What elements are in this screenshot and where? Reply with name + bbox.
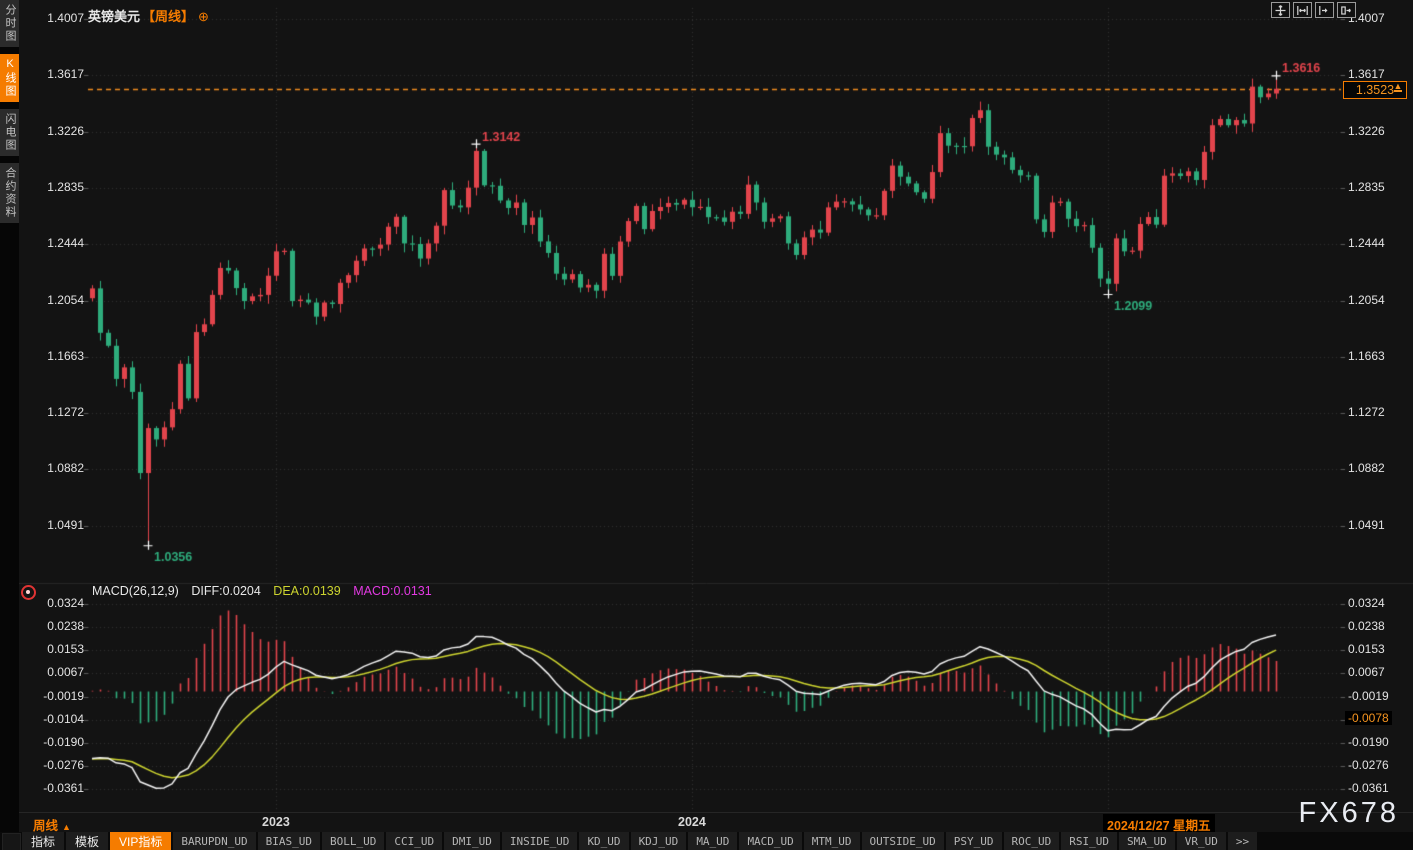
macd-tick-label: -0.0019 [38, 689, 84, 703]
sidebar-item-candlestick-chart[interactable]: K线图 [0, 54, 19, 102]
price-tick-label: 1.2054 [38, 293, 84, 307]
macd-tick-label: -0.0276 [1348, 758, 1389, 772]
toolbar-tab-inside_ud[interactable]: INSIDE_UD [502, 832, 578, 850]
price-tick-label: 1.1272 [1348, 405, 1385, 419]
macd-tick-label: 0.0153 [1348, 642, 1385, 656]
indicator-toolbar: 指标模板VIP指标BARUPDN_UDBIAS_UDBOLL_UDCCI_UDD… [0, 832, 1413, 850]
toolbar-tab-roc_ud[interactable]: ROC_UD [1004, 832, 1060, 850]
brand-watermark: FX678 [1299, 797, 1399, 830]
trading-app: 分时图 K线图 闪电图 合约资料 英镑美元【周线】 ⊕ [0, 0, 1413, 850]
price-tick-label: 1.3226 [1348, 124, 1385, 138]
toolbar-tab-cci_ud[interactable]: CCI_UD [386, 832, 442, 850]
chart-canvas[interactable] [0, 0, 1413, 812]
toolbar-tab--[interactable]: 模板 [66, 832, 108, 850]
dropdown-arrow-icon: ▲ [62, 822, 71, 832]
macd-tick-label: 0.0067 [38, 665, 84, 679]
period-tag: 【周线】 [142, 9, 194, 24]
scroll-to-latest-icon[interactable]: ▲ [1392, 83, 1404, 92]
macd-params-label: MACD(26,12,9) [92, 584, 179, 598]
fit-horizontal-icon[interactable] [1293, 2, 1312, 18]
year-label-2024: 2024 [678, 815, 706, 829]
toolbar-tab->>[interactable]: >> [1228, 832, 1257, 850]
macd-dea-value: DEA:0.0139 [273, 584, 340, 598]
macd-tick-label: -0.0019 [1348, 689, 1389, 703]
macd-tick-label: 0.0067 [1348, 665, 1385, 679]
price-tick-label: 1.0491 [1348, 518, 1385, 532]
crosshair-move-icon[interactable] [1271, 2, 1290, 18]
symbol-name: 英镑美元 [88, 9, 140, 24]
price-tick-label: 1.2835 [1348, 180, 1385, 194]
macd-tick-label: 0.0238 [1348, 619, 1385, 633]
chart-toolbar-top [1271, 2, 1356, 18]
toolbar-tab-outside_ud[interactable]: OUTSIDE_UD [862, 832, 944, 850]
macd-tick-label: 0.0324 [38, 596, 84, 610]
macd-tick-label: -0.0276 [38, 758, 84, 772]
time-axis-row: 周线▲ 2023 2024 2024/12/27 星期五 [0, 812, 1413, 833]
sidebar-item-contract-info[interactable]: 合约资料 [0, 163, 19, 223]
macd-tick-label: 0.0324 [1348, 596, 1385, 610]
chart-title: 英镑美元【周线】 ⊕ [88, 6, 209, 25]
sidebar-item-timeline-chart[interactable]: 分时图 [0, 0, 19, 47]
price-tick-label: 1.0882 [1348, 461, 1385, 475]
price-tick-label: 1.1663 [38, 349, 84, 363]
price-tick-label: 1.0882 [38, 461, 84, 475]
price-tick-label: 1.4007 [38, 11, 84, 25]
macd-tick-label: -0.0190 [38, 735, 84, 749]
price-tick-label: 1.0491 [38, 518, 84, 532]
price-tick-label: 1.2444 [38, 236, 84, 250]
macd-tick-label: -0.0361 [38, 781, 84, 795]
price-tick-label: 1.2054 [1348, 293, 1385, 307]
macd-tick-label: -0.0361 [1348, 781, 1389, 795]
toolbar-tab-kdj_ud[interactable]: KDJ_UD [631, 832, 687, 850]
price-tick-label: 1.3617 [38, 67, 84, 81]
toolbar-tab-sma_ud[interactable]: SMA_UD [1119, 832, 1175, 850]
price-tick-label: 1.3617 [1348, 67, 1385, 81]
macd-tick-label: 0.0153 [38, 642, 84, 656]
toolbar-tab-dmi_ud[interactable]: DMI_UD [444, 832, 500, 850]
fit-vertical-icon[interactable] [1315, 2, 1334, 18]
toolbar-tab-vr_ud[interactable]: VR_UD [1177, 832, 1226, 850]
toolbar-tab-barupdn_ud[interactable]: BARUPDN_UD [173, 832, 255, 850]
indicator-record-icon [21, 585, 36, 600]
toolbar-tab-ma_ud[interactable]: MA_UD [688, 832, 737, 850]
toolbar-tab-mtm_ud[interactable]: MTM_UD [804, 832, 860, 850]
macd-header: MACD(26,12,9) DIFF:0.0204 DEA:0.0139 MAC… [92, 584, 441, 598]
period-selector-label: 周线 [33, 819, 58, 833]
toolbar-tab-vip-[interactable]: VIP指标 [110, 832, 171, 850]
price-tick-label: 1.2835 [38, 180, 84, 194]
macd-tick-label: 0.0238 [38, 619, 84, 633]
sidebar-item-lightning-chart[interactable]: 闪电图 [0, 109, 19, 156]
toolbar-tab-boll_ud[interactable]: BOLL_UD [322, 832, 384, 850]
macd-tick-label: -0.0190 [1348, 735, 1389, 749]
toolbar-tab-macd_ud[interactable]: MACD_UD [739, 832, 801, 850]
toolbar-tab-psy_ud[interactable]: PSY_UD [946, 832, 1002, 850]
price-tick-label: 1.1272 [38, 405, 84, 419]
price-tick-label: 1.3226 [38, 124, 84, 138]
macd-tick-label: -0.0104 [38, 712, 84, 726]
chart-type-sidebar: 分时图 K线图 闪电图 合约资料 [0, 0, 19, 850]
price-tick-label: 1.2444 [1348, 236, 1385, 250]
price-tick-label: 1.1663 [1348, 349, 1385, 363]
macd-value: MACD:0.0131 [353, 584, 432, 598]
macd-current-label: -0.0078 [1345, 711, 1392, 725]
toolbar-corner [2, 833, 21, 850]
macd-diff-value: DIFF:0.0204 [191, 584, 260, 598]
year-label-2023: 2023 [262, 815, 290, 829]
toolbar-tab--[interactable]: 指标 [22, 832, 64, 850]
toolbar-tab-rsi_ud[interactable]: RSI_UD [1061, 832, 1117, 850]
pan-right-icon[interactable] [1337, 2, 1356, 18]
toolbar-tab-bias_ud[interactable]: BIAS_UD [258, 832, 320, 850]
crosshair-icon[interactable]: ⊕ [198, 9, 209, 24]
toolbar-tab-kd_ud[interactable]: KD_UD [579, 832, 628, 850]
